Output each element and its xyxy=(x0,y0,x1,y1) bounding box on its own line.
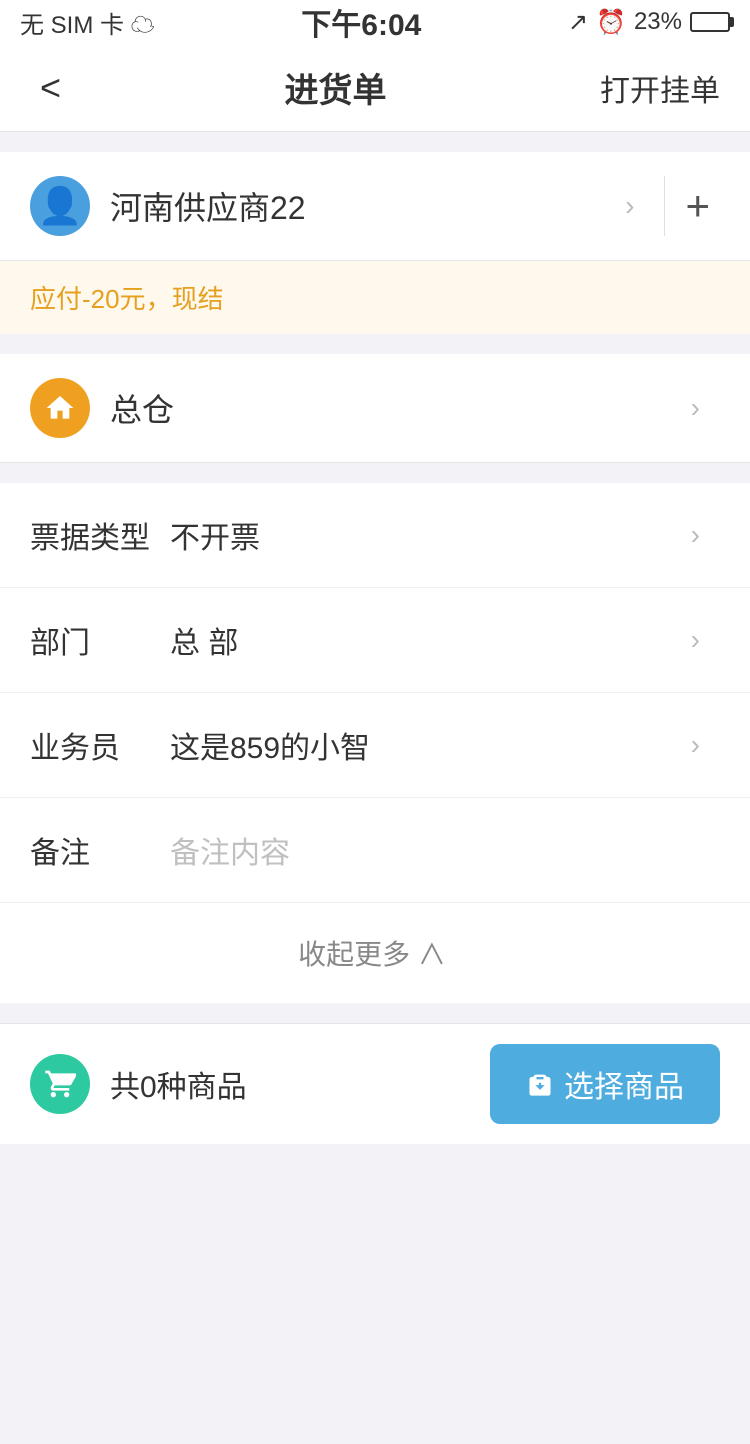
department-label: 部门 xyxy=(30,618,160,662)
product-icon xyxy=(30,1054,90,1114)
salesman-chevron-icon: › xyxy=(691,729,700,761)
supplier-avatar: 👤 xyxy=(30,176,90,236)
warehouse-chevron-icon: › xyxy=(691,392,700,424)
alarm-icon: ⏰ xyxy=(596,8,626,37)
invoice-type-value: 不开票 xyxy=(160,513,691,557)
invoice-type-row[interactable]: 票据类型 不开票 › xyxy=(0,483,750,588)
open-pending-button[interactable]: 打开挂单 xyxy=(600,66,720,110)
collapse-row[interactable]: 收起更多 ∧ xyxy=(0,903,750,1003)
warehouse-name: 总仓 xyxy=(110,385,691,431)
product-count: 共0种商品 xyxy=(110,1062,490,1106)
select-product-label: 选择商品 xyxy=(564,1062,684,1106)
person-icon: 👤 xyxy=(38,185,83,227)
salesman-label: 业务员 xyxy=(30,723,160,767)
nav-bar: < 进货单 打开挂单 xyxy=(0,44,750,132)
warehouse-section: 总仓 › xyxy=(0,354,750,463)
page-title: 进货单 xyxy=(285,63,387,112)
invoice-type-chevron-icon: › xyxy=(691,519,700,551)
location-icon: ↗ xyxy=(568,8,588,37)
department-value: 总 部 xyxy=(160,618,691,662)
remark-label: 备注 xyxy=(30,828,160,872)
back-button[interactable]: < xyxy=(30,57,71,119)
supplier-section: 👤 河南供应商22 › + 应付-20元，现结 xyxy=(0,152,750,334)
divider xyxy=(664,176,665,236)
supplier-row[interactable]: 👤 河南供应商22 › + xyxy=(0,152,750,261)
section-gap-1 xyxy=(0,132,750,152)
warehouse-icon xyxy=(30,378,90,438)
add-supplier-button[interactable]: + xyxy=(675,182,720,230)
department-chevron-icon: › xyxy=(691,624,700,656)
notice-text: 应付-20元，现结 xyxy=(30,284,224,314)
invoice-type-label: 票据类型 xyxy=(30,513,160,557)
remark-row[interactable]: 备注 备注内容 xyxy=(0,798,750,903)
section-gap-3 xyxy=(0,463,750,483)
status-time: 下午6:04 xyxy=(301,0,421,44)
section-gap-2 xyxy=(0,334,750,354)
status-left: 无 SIM 卡 ☁ xyxy=(20,5,155,40)
salesman-row[interactable]: 业务员 这是859的小智 › xyxy=(0,693,750,798)
form-section: 票据类型 不开票 › 部门 总 部 › 业务员 这是859的小智 › 备注 备注… xyxy=(0,483,750,1003)
battery-percent: 23% xyxy=(634,8,682,36)
select-product-button[interactable]: 选择商品 xyxy=(490,1044,720,1124)
status-bar: 无 SIM 卡 ☁ 下午6:04 ↗ ⏰ 23% xyxy=(0,0,750,44)
notice-bar: 应付-20元，现结 xyxy=(0,261,750,334)
department-row[interactable]: 部门 总 部 › xyxy=(0,588,750,693)
salesman-value: 这是859的小智 xyxy=(160,723,691,767)
bottom-bar: 共0种商品 选择商品 xyxy=(0,1023,750,1144)
supplier-name: 河南供应商22 xyxy=(110,183,625,229)
section-gap-4 xyxy=(0,1003,750,1023)
collapse-label: 收起更多 ∧ xyxy=(298,933,446,973)
page-background xyxy=(0,1144,750,1444)
battery-icon xyxy=(690,12,730,32)
remark-value: 备注内容 xyxy=(160,828,720,872)
supplier-chevron-icon: › xyxy=(625,190,634,222)
status-right: ↗ ⏰ 23% xyxy=(568,8,730,37)
warehouse-row[interactable]: 总仓 › xyxy=(0,354,750,463)
